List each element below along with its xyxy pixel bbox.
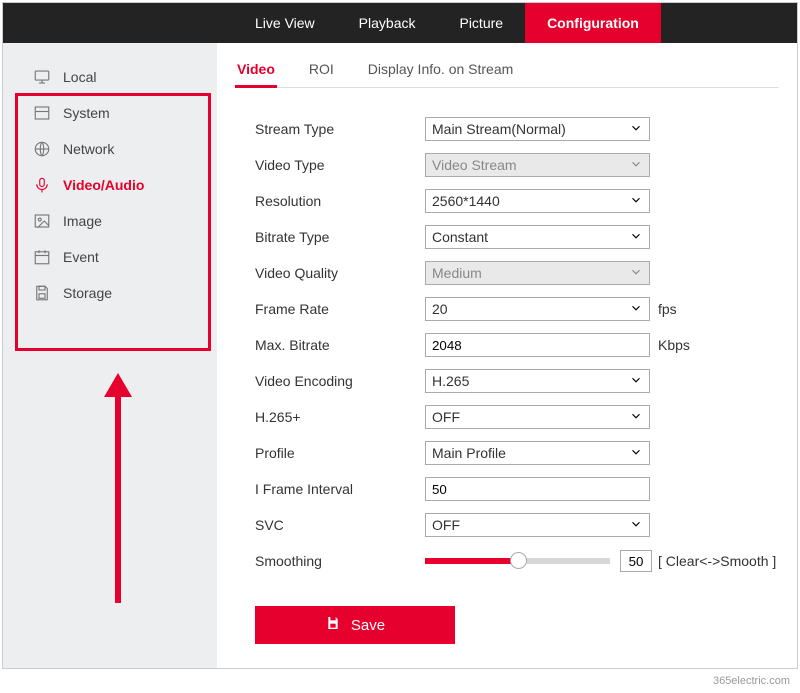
- slider-thumb[interactable]: [510, 552, 527, 569]
- select-profile[interactable]: Main Profile: [425, 441, 650, 465]
- select-bitrate-type[interactable]: Constant: [425, 225, 650, 249]
- label-max-bitrate: Max. Bitrate: [255, 337, 425, 353]
- unit-fps: fps: [658, 301, 677, 317]
- select-resolution[interactable]: 2560*1440: [425, 189, 650, 213]
- select-frame-rate[interactable]: 20: [425, 297, 650, 321]
- label-h265plus: H.265+: [255, 409, 425, 425]
- chevron-down-icon: [629, 373, 643, 390]
- chevron-down-icon: [629, 445, 643, 462]
- sidebar-item-storage[interactable]: Storage: [3, 275, 217, 311]
- save-button[interactable]: Save: [255, 606, 455, 644]
- mic-icon: [33, 176, 51, 194]
- label-video-quality: Video Quality: [255, 265, 425, 281]
- annotation-arrow: [108, 373, 128, 603]
- sidebar-item-label: Image: [63, 213, 102, 229]
- chevron-down-icon: [629, 301, 643, 318]
- slider-smoothing[interactable]: [425, 558, 610, 564]
- sidebar-item-label: System: [63, 105, 110, 121]
- sidebar: Local System Network Video/Audio Image E…: [3, 43, 217, 668]
- label-stream-type: Stream Type: [255, 121, 425, 137]
- unit-kbps: Kbps: [658, 337, 690, 353]
- label-i-frame: I Frame Interval: [255, 481, 425, 497]
- sidebar-item-event[interactable]: Event: [3, 239, 217, 275]
- watermark: 365electric.com: [0, 671, 800, 693]
- sidebar-item-label: Event: [63, 249, 99, 265]
- select-video-quality: Medium: [425, 261, 650, 285]
- sidebar-item-label: Network: [63, 141, 114, 157]
- input-smoothing-value[interactable]: [620, 550, 652, 572]
- globe-icon: [33, 140, 51, 158]
- label-smoothing: Smoothing: [255, 553, 425, 569]
- calendar-icon: [33, 248, 51, 266]
- subtab-roi[interactable]: ROI: [307, 57, 336, 87]
- smoothing-caption: [ Clear<->Smooth ]: [658, 553, 776, 569]
- tab-playback[interactable]: Playback: [337, 3, 438, 43]
- select-h265plus[interactable]: OFF: [425, 405, 650, 429]
- chevron-down-icon: [629, 157, 643, 174]
- subtab-video[interactable]: Video: [235, 57, 277, 88]
- main-panel: Video ROI Display Info. on Stream Stream…: [217, 43, 797, 668]
- select-video-encoding[interactable]: H.265: [425, 369, 650, 393]
- tab-picture[interactable]: Picture: [437, 3, 525, 43]
- top-nav: Live View Playback Picture Configuration: [3, 3, 797, 43]
- chevron-down-icon: [629, 265, 643, 282]
- label-svc: SVC: [255, 517, 425, 533]
- select-stream-type[interactable]: Main Stream(Normal): [425, 117, 650, 141]
- chevron-down-icon: [629, 409, 643, 426]
- select-svc[interactable]: OFF: [425, 513, 650, 537]
- sidebar-item-label: Local: [63, 69, 96, 85]
- chevron-down-icon: [629, 121, 643, 138]
- sidebar-item-network[interactable]: Network: [3, 131, 217, 167]
- monitor-icon: [33, 68, 51, 86]
- chevron-down-icon: [629, 193, 643, 210]
- save-icon: [325, 615, 341, 635]
- label-frame-rate: Frame Rate: [255, 301, 425, 317]
- subtab-display-info[interactable]: Display Info. on Stream: [366, 57, 516, 87]
- chevron-down-icon: [629, 517, 643, 534]
- label-bitrate-type: Bitrate Type: [255, 229, 425, 245]
- sub-tabs: Video ROI Display Info. on Stream: [235, 57, 779, 88]
- label-profile: Profile: [255, 445, 425, 461]
- image-icon: [33, 212, 51, 230]
- input-max-bitrate[interactable]: [425, 333, 650, 357]
- tab-configuration[interactable]: Configuration: [525, 3, 661, 43]
- label-video-type: Video Type: [255, 157, 425, 173]
- sidebar-item-label: Video/Audio: [63, 177, 144, 193]
- input-i-frame[interactable]: [425, 477, 650, 501]
- sidebar-item-system[interactable]: System: [3, 95, 217, 131]
- select-video-type: Video Stream: [425, 153, 650, 177]
- sidebar-item-video-audio[interactable]: Video/Audio: [3, 167, 217, 203]
- tab-live-view[interactable]: Live View: [233, 3, 337, 43]
- sidebar-item-image[interactable]: Image: [3, 203, 217, 239]
- label-video-encoding: Video Encoding: [255, 373, 425, 389]
- sidebar-item-local[interactable]: Local: [3, 59, 217, 95]
- label-resolution: Resolution: [255, 193, 425, 209]
- chevron-down-icon: [629, 229, 643, 246]
- layout-icon: [33, 104, 51, 122]
- save-icon: [33, 284, 51, 302]
- sidebar-item-label: Storage: [63, 285, 112, 301]
